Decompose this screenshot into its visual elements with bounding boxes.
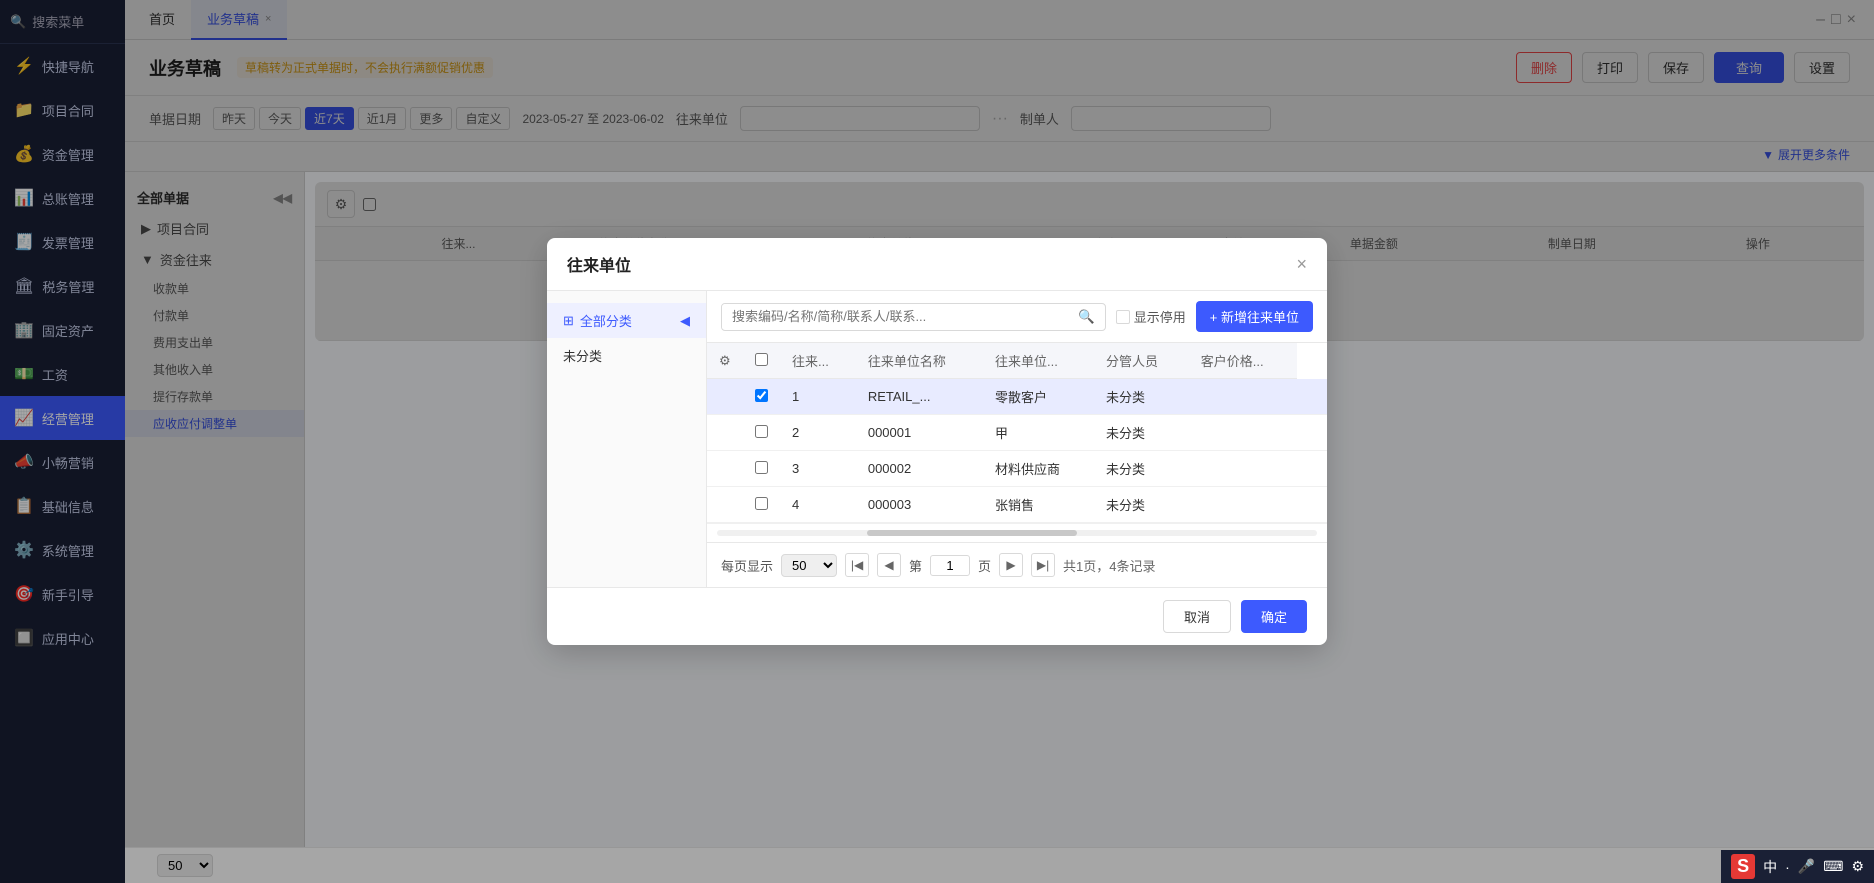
row1-price [1297,379,1327,415]
taskbar-icons: S 中 · 🎤 ⌨ ⚙ [1721,850,1874,883]
s-logo-icon: S [1731,854,1755,879]
partner-row-3[interactable]: 3 000002 材料供应商 未分类 [707,451,1327,487]
confirm-button[interactable]: 确定 [1241,600,1307,633]
th-manager: 分管人员 [1094,343,1189,379]
partner-row-1[interactable]: 1 RETAIL_... 零散客户 未分类 [707,379,1327,415]
row2-price [1297,415,1327,451]
partner-search-input[interactable] [722,304,1068,329]
th-partner-category: 往来单位... [983,343,1094,379]
th-icon: ⚙ [707,343,743,379]
row3-name: 材料供应商 [983,451,1094,487]
page-next-button[interactable]: ▶ [999,553,1023,577]
dialog-header: 往来单位 × [547,238,1327,291]
dialog-content: 🔍 显示停用 + 新增往来单位 ⚙ [707,291,1327,587]
zh-icon: 中 [1763,857,1777,877]
row4-num: 4 [780,487,856,523]
th-price-grade: 客户价格... [1189,343,1297,379]
row3-icon [707,451,743,487]
partner-dialog: 往来单位 × ⊞ 全部分类 ◀ 未分类 [547,238,1327,645]
settings-small-icon: ⚙ [1851,858,1864,875]
per-page-label: 每页显示 [721,556,773,575]
row4-manager [1189,487,1297,523]
row4-price [1297,487,1327,523]
row1-checkbox[interactable] [755,389,768,402]
dialog-close-button[interactable]: × [1296,254,1307,275]
row3-category: 未分类 [1094,451,1189,487]
row2-check[interactable] [743,415,780,451]
horizontal-scrollbar[interactable] [707,523,1327,542]
collapse-sidebar-btn[interactable]: ◀ [680,313,690,329]
dialog-category-sidebar: ⊞ 全部分类 ◀ 未分类 [547,291,707,587]
row3-checkbox[interactable] [755,461,768,474]
row1-manager [1189,379,1297,415]
search-submit-button[interactable]: 🔍 [1068,304,1105,330]
page-total: 共1页，4条记录 [1063,556,1155,575]
add-partner-button[interactable]: + 新增往来单位 [1196,301,1313,332]
partner-select-all[interactable] [755,353,768,366]
row4-check[interactable] [743,487,780,523]
row3-code: 000002 [856,451,983,487]
page-num-input[interactable] [930,555,970,576]
per-page-select[interactable]: 50 100 [781,554,837,577]
dialog-title: 往来单位 [567,252,631,276]
row3-check[interactable] [743,451,780,487]
row4-category: 未分类 [1094,487,1189,523]
partner-row-2[interactable]: 2 000001 甲 未分类 [707,415,1327,451]
search-box: 🔍 [721,303,1106,331]
dot-icon: · [1785,859,1790,875]
page-last-button[interactable]: ▶| [1031,553,1055,577]
page-prev-button[interactable]: ◀ [877,553,901,577]
partner-row-4[interactable]: 4 000003 张销售 未分类 [707,487,1327,523]
page-first-button[interactable]: |◀ [845,553,869,577]
dialog-footer: 取消 确定 [547,587,1327,645]
row1-code: RETAIL_... [856,379,983,415]
row1-icon [707,379,743,415]
keyboard-icon: ⌨ [1823,858,1843,875]
row2-code: 000001 [856,415,983,451]
mic-icon: 🎤 [1798,858,1815,875]
partner-table: ⚙ 往来... 往来单位名称 往来单位... 分管人员 客户价格... [707,343,1327,523]
cancel-button[interactable]: 取消 [1163,600,1231,633]
partner-table-header: ⚙ 往来... 往来单位名称 往来单位... 分管人员 客户价格... [707,343,1327,379]
page-unit-label: 页 [978,556,991,575]
row3-manager [1189,451,1297,487]
category-all[interactable]: ⊞ 全部分类 ◀ [547,303,706,338]
dialog-body: ⊞ 全部分类 ◀ 未分类 🔍 显示停用 [547,291,1327,587]
row1-name: 零散客户 [983,379,1094,415]
th-partner-code: 往来... [780,343,856,379]
th-check [743,343,780,379]
row1-category: 未分类 [1094,379,1189,415]
row2-num: 2 [780,415,856,451]
modal-overlay: 往来单位 × ⊞ 全部分类 ◀ 未分类 [0,0,1874,883]
row4-code: 000003 [856,487,983,523]
dialog-pagination: 每页显示 50 100 |◀ ◀ 第 页 ▶ ▶| 共1页，4条记录 [707,542,1327,587]
row2-name: 甲 [983,415,1094,451]
category-unclassified[interactable]: 未分类 [547,338,706,373]
grid-icon: ⊞ [563,313,574,329]
row2-checkbox[interactable] [755,425,768,438]
scrollbar-thumb [867,530,1077,536]
row2-category: 未分类 [1094,415,1189,451]
row4-name: 张销售 [983,487,1094,523]
show-disabled-label[interactable]: 显示停用 [1116,307,1186,326]
row2-icon [707,415,743,451]
row4-checkbox[interactable] [755,497,768,510]
row3-num: 3 [780,451,856,487]
row3-price [1297,451,1327,487]
page-num-label: 第 [909,556,922,575]
th-partner-name: 往来单位名称 [856,343,983,379]
row1-check[interactable] [743,379,780,415]
show-disabled-checkbox[interactable] [1116,310,1130,324]
dialog-toolbar: 🔍 显示停用 + 新增往来单位 [707,291,1327,343]
row2-manager [1189,415,1297,451]
row1-num: 1 [780,379,856,415]
row4-icon [707,487,743,523]
partner-data-table: ⚙ 往来... 往来单位名称 往来单位... 分管人员 客户价格... [707,343,1327,523]
